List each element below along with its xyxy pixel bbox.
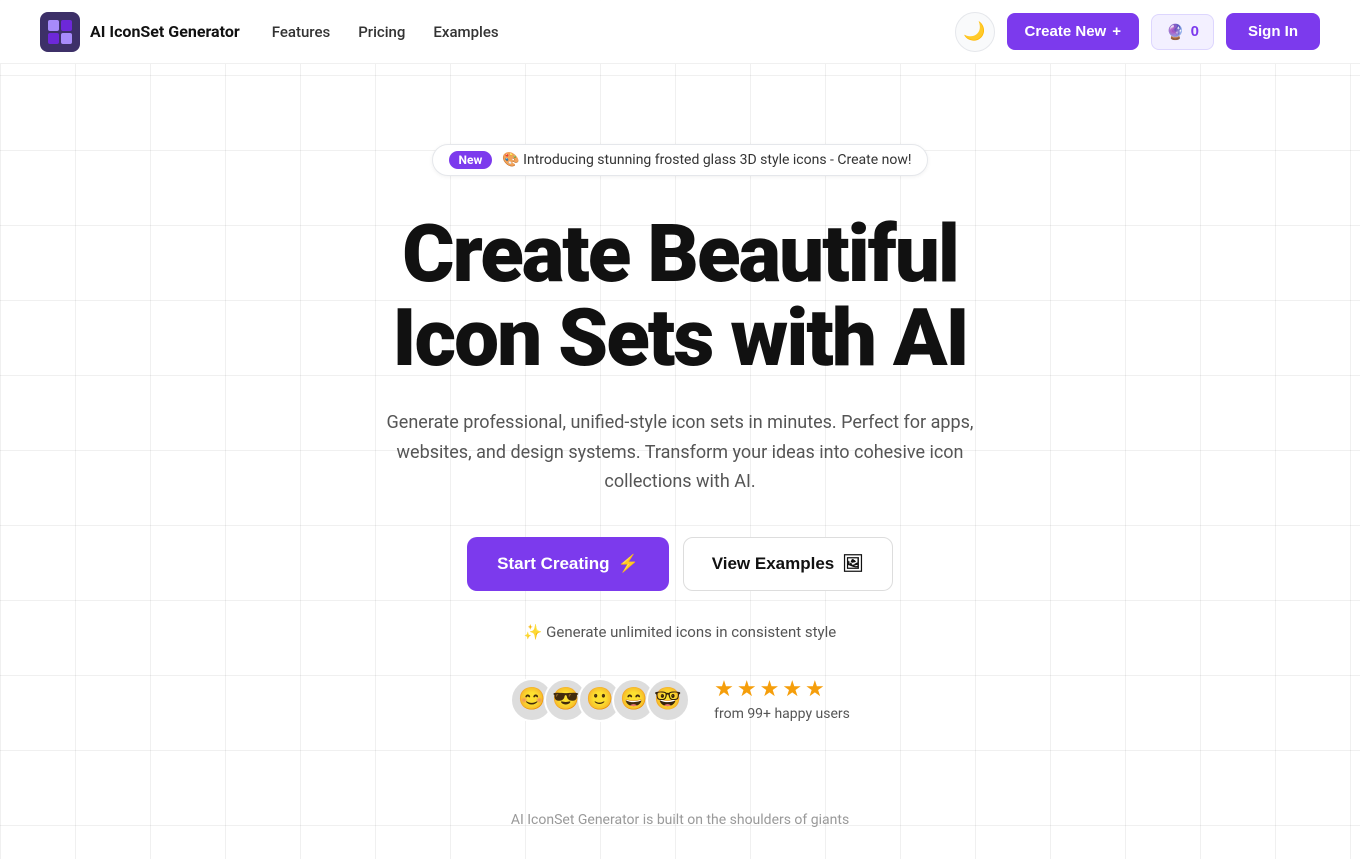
avatar-5: 🤓 xyxy=(646,678,690,722)
footer-teaser-text: AI IconSet Generator is built on the sho… xyxy=(511,812,849,828)
create-new-label: Create New xyxy=(1025,23,1107,40)
hero-section: New 🎨 Introducing stunning frosted glass… xyxy=(0,64,1360,782)
create-new-button[interactable]: Create New + xyxy=(1007,13,1139,50)
navbar: AI IconSet Generator Features Pricing Ex… xyxy=(0,0,1360,64)
star-5: ★ xyxy=(805,677,825,702)
dark-mode-button[interactable]: 🌙 xyxy=(955,12,995,52)
start-creating-button[interactable]: Start Creating ⚡ xyxy=(467,537,669,591)
nav-links: Features Pricing Examples xyxy=(272,22,499,41)
user-avatars: 😊 😎 🙂 😄 🤓 xyxy=(510,678,690,722)
hero-buttons: Start Creating ⚡ View Examples 🖼 xyxy=(467,537,893,591)
nav-features[interactable]: Features xyxy=(272,22,330,41)
star-2: ★ xyxy=(737,677,757,702)
credits-icon: 🔮 xyxy=(1166,23,1185,41)
start-creating-label: Start Creating xyxy=(497,554,609,574)
moon-icon: 🌙 xyxy=(963,21,985,42)
hero-subtitle: Generate professional, unified-style ico… xyxy=(370,408,990,497)
logo-link[interactable]: AI IconSet Generator xyxy=(40,12,240,52)
hero-title: Create Beautiful Icon Sets with AI xyxy=(392,212,967,380)
star-4: ★ xyxy=(782,677,802,702)
star-rating: ★ ★ ★ ★ ★ xyxy=(714,677,825,702)
view-examples-button[interactable]: View Examples 🖼 xyxy=(683,537,893,591)
credits-count: 0 xyxy=(1191,23,1199,40)
logo-text: AI IconSet Generator xyxy=(90,22,240,41)
star-1: ★ xyxy=(714,677,734,702)
credits-button[interactable]: 🔮 0 xyxy=(1151,14,1214,50)
rating-text: from 99+ happy users xyxy=(714,706,850,722)
nav-pricing[interactable]: Pricing xyxy=(358,22,405,41)
nav-left: AI IconSet Generator Features Pricing Ex… xyxy=(40,12,499,52)
social-proof: 😊 😎 🙂 😄 🤓 ★ ★ ★ ★ ★ from 99+ happy users xyxy=(510,677,850,722)
sign-in-label: Sign In xyxy=(1248,23,1298,40)
announcement-banner: New 🎨 Introducing stunning frosted glass… xyxy=(432,144,929,176)
plus-icon: + xyxy=(1112,23,1121,40)
announcement-text: 🎨 Introducing stunning frosted glass 3D … xyxy=(502,152,911,168)
sparkle-text: ✨ Generate unlimited icons in consistent… xyxy=(524,623,836,641)
sign-in-button[interactable]: Sign In xyxy=(1226,13,1320,50)
star-3: ★ xyxy=(760,677,780,702)
nav-examples[interactable]: Examples xyxy=(433,22,498,41)
new-badge: New xyxy=(449,151,493,169)
rating-area: ★ ★ ★ ★ ★ from 99+ happy users xyxy=(714,677,850,722)
hero-title-line1: Create Beautiful xyxy=(402,207,958,301)
logo-icon xyxy=(40,12,80,52)
gallery-icon: 🖼 xyxy=(842,554,864,574)
footer-teaser: AI IconSet Generator is built on the sho… xyxy=(0,792,1360,848)
nav-right: 🌙 Create New + 🔮 0 Sign In xyxy=(955,12,1321,52)
hero-title-line2: Icon Sets with AI xyxy=(392,291,967,385)
view-examples-label: View Examples xyxy=(712,554,835,574)
bolt-icon: ⚡ xyxy=(618,554,639,574)
